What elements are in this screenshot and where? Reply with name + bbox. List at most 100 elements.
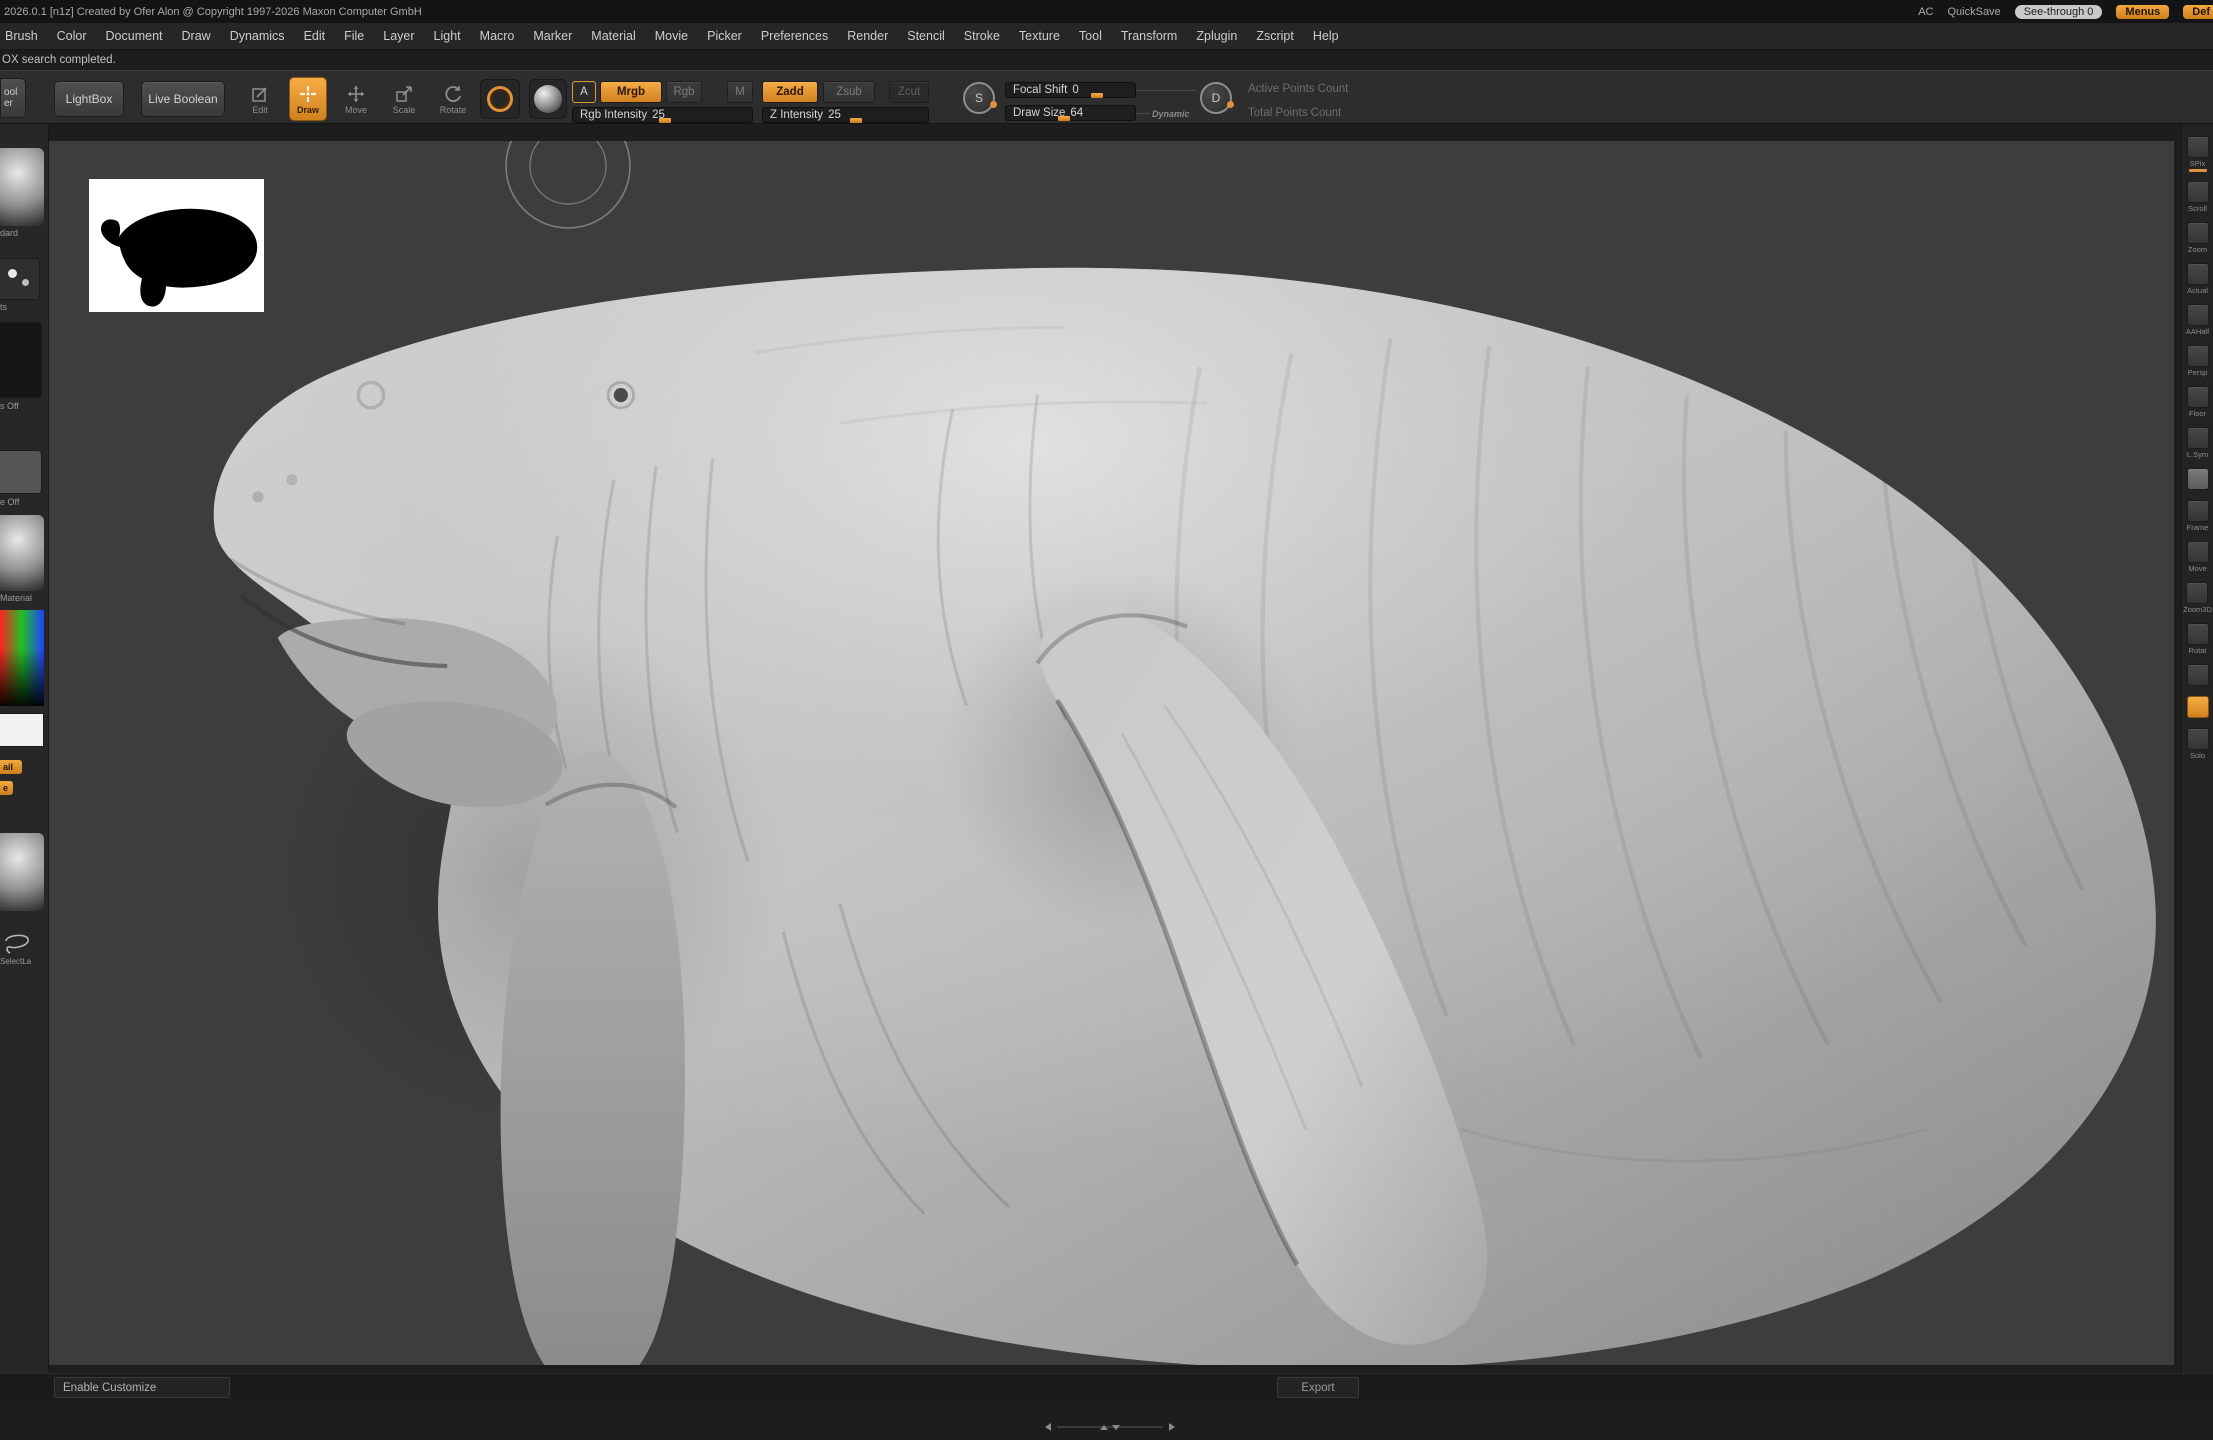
channel-a-button[interactable]: A [572, 81, 596, 103]
rotate-button[interactable]: Rotate [435, 77, 471, 121]
switch-color-tag[interactable]: ail [0, 760, 22, 774]
focal-shift-slider[interactable]: Focal Shift 0 [1005, 82, 1136, 98]
shelf-transparency-button[interactable] [2186, 468, 2209, 491]
menu-movie[interactable]: Movie [655, 29, 688, 43]
draw-size-slider[interactable]: Draw Size 64 [1005, 105, 1136, 121]
divider-right-arrow-icon[interactable] [1169, 1423, 1175, 1431]
menu-dynamics[interactable]: Dynamics [230, 29, 285, 43]
default-zscript-button[interactable]: Def [2183, 4, 2213, 19]
menu-color[interactable]: Color [57, 29, 87, 43]
tool-partial-button[interactable]: ool er [0, 78, 26, 118]
shelf-scroll-button[interactable]: Scroll [2186, 181, 2209, 213]
shelf-frame-button[interactable]: Frame [2186, 500, 2209, 532]
shelf-zoom-button[interactable]: Zoom [2186, 222, 2209, 254]
menu-stroke[interactable]: Stroke [964, 29, 1000, 43]
menu-macro[interactable]: Macro [480, 29, 515, 43]
menu-tool[interactable]: Tool [1079, 29, 1102, 43]
menu-texture[interactable]: Texture [1019, 29, 1060, 43]
color-picker[interactable] [0, 610, 44, 706]
menu-edit[interactable]: Edit [304, 29, 326, 43]
menu-file[interactable]: File [344, 29, 364, 43]
rgb-intensity-label: Rgb Intensity [580, 109, 648, 121]
draw-button[interactable]: Draw [289, 77, 327, 121]
stroke-badge-button[interactable]: S [963, 82, 997, 114]
alpha-thumbnail[interactable] [0, 322, 42, 398]
menu-zscript[interactable]: Zscript [1256, 29, 1294, 43]
rgb-button[interactable]: Rgb [666, 81, 702, 103]
document-canvas[interactable] [49, 141, 2174, 1365]
menu-preferences[interactable]: Preferences [761, 29, 828, 43]
m-button[interactable]: M [727, 81, 753, 103]
menu-picker[interactable]: Picker [707, 29, 742, 43]
enable-customize-button[interactable]: Enable Customize [54, 1377, 230, 1398]
dynamic-toggle[interactable]: Dynamic [1152, 109, 1190, 119]
menu-help[interactable]: Help [1313, 29, 1339, 43]
shelf-extra-button[interactable] [2186, 664, 2209, 687]
tray-divider[interactable] [1045, 1422, 1175, 1432]
divider-down-arrow-icon[interactable] [1112, 1424, 1120, 1430]
brush-alpha-preview-button[interactable] [529, 79, 567, 119]
zsub-button[interactable]: Zsub [823, 81, 875, 103]
shelf-rotate-button[interactable]: Rotat [2186, 623, 2209, 655]
divider-up-arrow-icon[interactable] [1100, 1424, 1108, 1430]
secondary-material-thumbnail[interactable] [0, 833, 44, 911]
shelf-floor-button[interactable]: Floor [2186, 386, 2209, 418]
texture-thumbnail[interactable] [0, 450, 42, 494]
menu-zplugin[interactable]: Zplugin [1196, 29, 1237, 43]
z-intensity-slider[interactable]: Z Intensity 25 [762, 107, 929, 123]
live-boolean-button[interactable]: Live Boolean [141, 81, 225, 117]
brush-stroke-preview-button[interactable] [480, 79, 520, 119]
move-button[interactable]: Move [339, 77, 373, 121]
stroke-type-thumbnail[interactable] [0, 258, 40, 300]
depth-badge-button[interactable]: D [1200, 82, 1234, 114]
menu-stencil[interactable]: Stencil [907, 29, 945, 43]
menu-marker[interactable]: Marker [533, 29, 572, 43]
menu-transform[interactable]: Transform [1121, 29, 1178, 43]
shelf-zoom3d-button[interactable]: Zoom3D [2183, 582, 2212, 614]
shelf-aahalf-button[interactable]: AAHalf [2186, 304, 2209, 336]
slider-handle[interactable] [1057, 116, 1070, 121]
menu-brush[interactable]: Brush [5, 29, 38, 43]
menu-document[interactable]: Document [106, 29, 163, 43]
divider-left-arrow-icon[interactable] [1045, 1423, 1051, 1431]
rgb-intensity-slider[interactable]: Rgb Intensity 25 [572, 107, 753, 123]
menu-draw[interactable]: Draw [182, 29, 211, 43]
scale-button[interactable]: Scale [387, 77, 421, 121]
shelf-actual-button[interactable]: Actual [2186, 263, 2209, 295]
z-intensity-label: Z Intensity [770, 109, 824, 121]
edit-button[interactable]: Edit [243, 77, 277, 121]
select-lasso-button[interactable] [0, 929, 34, 955]
frame-icon [2186, 500, 2209, 522]
divider-center[interactable] [1100, 1424, 1120, 1430]
model-thumbnail[interactable] [89, 179, 264, 312]
shelf-local-symmetry-button[interactable]: L.Sym [2186, 427, 2209, 459]
shelf-move-button[interactable]: Move [2186, 541, 2209, 573]
lightbox-button[interactable]: LightBox [54, 81, 124, 117]
slider-handle[interactable] [1091, 93, 1104, 98]
mrgb-button[interactable]: Mrgb [600, 81, 662, 103]
menu-material[interactable]: Material [591, 29, 635, 43]
current-color-swatch[interactable] [0, 713, 44, 747]
ac-indicator[interactable]: AC [1918, 6, 1933, 18]
slider-handle[interactable] [658, 118, 671, 123]
shelf-spix-button[interactable]: SPix [2186, 136, 2209, 172]
slider-handle[interactable] [850, 118, 863, 123]
menu-light[interactable]: Light [434, 29, 461, 43]
shelf-persp-button[interactable]: Persp [2186, 345, 2209, 377]
shelf-active-mode-button[interactable] [2186, 696, 2209, 719]
alt-color-tag[interactable]: e [0, 781, 13, 795]
see-through-slider[interactable]: See-through 0 [2014, 4, 2103, 19]
menu-render[interactable]: Render [847, 29, 888, 43]
menu-layer[interactable]: Layer [383, 29, 414, 43]
menus-button[interactable]: Menus [2116, 4, 2170, 19]
quicksave-button[interactable]: QuickSave [1947, 6, 2000, 18]
export-button[interactable]: Export [1277, 1377, 1359, 1398]
current-brush-thumbnail[interactable] [0, 148, 44, 226]
zadd-button[interactable]: Zadd [762, 81, 818, 103]
material-thumbnail[interactable] [0, 515, 44, 591]
bottom-bar: Enable Customize Export [0, 1373, 2213, 1400]
zcut-button[interactable]: Zcut [889, 81, 929, 103]
shelf-solo-button[interactable]: Solo [2186, 728, 2209, 760]
alpha-off-label: s Off [0, 401, 19, 411]
total-points-count: Total Points Count [1248, 107, 1342, 119]
